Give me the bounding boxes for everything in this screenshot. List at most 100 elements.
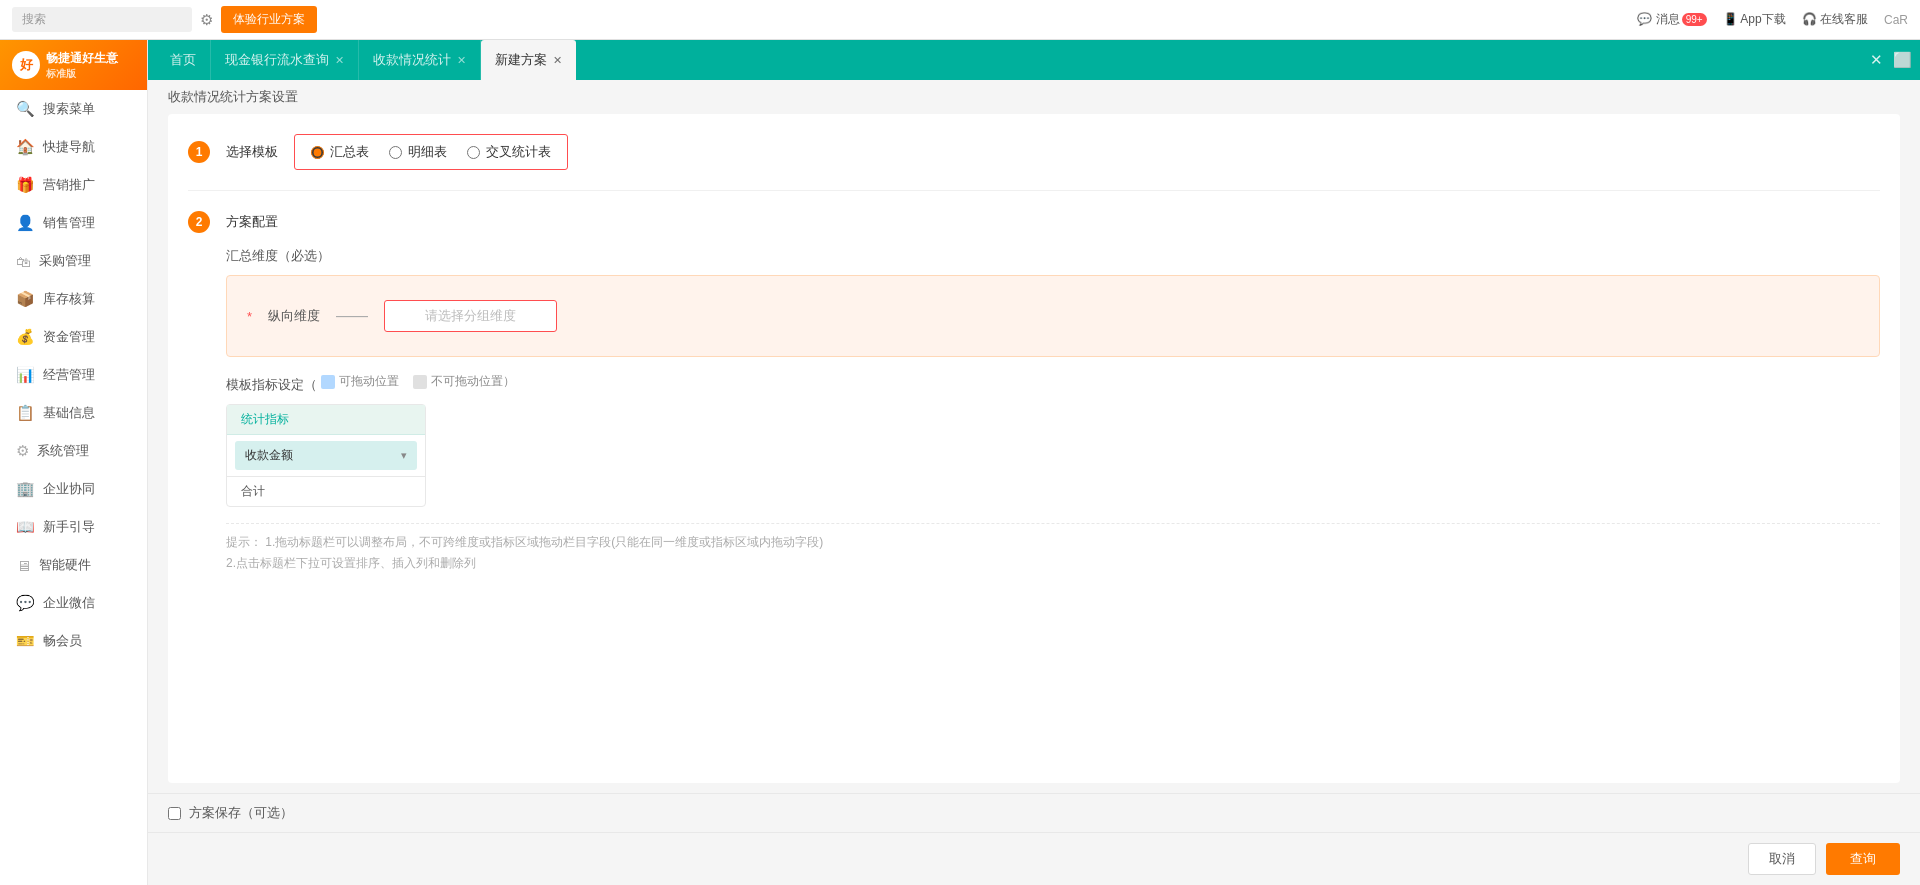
summary-dim-title: 汇总维度（必选）: [226, 247, 1880, 265]
step1-badge: 1: [188, 141, 210, 163]
sidebar-item-operation[interactable]: 📊 经营管理: [0, 356, 147, 394]
logo-text: 畅捷通好生意: [46, 50, 118, 67]
tab-bank-flow[interactable]: 现金银行流水查询 ✕: [211, 40, 359, 80]
sidebar-item-quick-nav[interactable]: 🏠 快捷导航: [0, 128, 147, 166]
save-label: 方案保存（可选）: [189, 804, 293, 822]
sidebar-item-finance[interactable]: 💰 资金管理: [0, 318, 147, 356]
legend-drag: 可拖动位置: [321, 373, 399, 390]
trial-button[interactable]: 体验行业方案: [221, 6, 317, 33]
tab-home[interactable]: 首页: [156, 40, 211, 80]
book-icon: 📖: [16, 518, 35, 536]
tip-line-2: 2.点击标题栏下拉可设置排序、插入列和删除列: [226, 555, 1880, 572]
indicator-row-item[interactable]: 收款金额 ▾: [235, 441, 417, 470]
radio-detail[interactable]: 明细表: [389, 143, 447, 161]
sidebar-item-member[interactable]: 🎫 畅会员: [0, 622, 147, 660]
indicator-settings: 模板指标设定（ 可拖动位置 不可拖动位置）: [226, 373, 1880, 507]
tab-close-collection-stats[interactable]: ✕: [457, 54, 466, 67]
clipboard-icon: 📋: [16, 404, 35, 422]
radio-summary-input[interactable]: [311, 146, 324, 159]
chevron-down-icon[interactable]: ▾: [401, 449, 407, 462]
save-option-bar: 方案保存（可选）: [148, 793, 1920, 832]
section-divider: [188, 190, 1880, 191]
drag-box-icon: [321, 375, 335, 389]
settings-icon[interactable]: ⚙: [200, 11, 213, 29]
radio-summary[interactable]: 汇总表: [311, 143, 369, 161]
radio-cross-input[interactable]: [467, 146, 480, 159]
indicator-title: 模板指标设定（ 可拖动位置 不可拖动位置）: [226, 373, 1880, 394]
box-icon: 📦: [16, 290, 35, 308]
page-body: 收款情况统计方案设置 1 选择模板 汇总表 明细表: [148, 80, 1920, 885]
sidebar-item-guide[interactable]: 📖 新手引导: [0, 508, 147, 546]
step2-label: 方案配置: [226, 213, 278, 231]
tab-close-bank-flow[interactable]: ✕: [335, 54, 344, 67]
summary-dimension-section: 汇总维度（必选） * 纵向维度 —— 请选择分组维度: [226, 247, 1880, 586]
sidebar-item-basic-info[interactable]: 📋 基础信息: [0, 394, 147, 432]
gift-icon: 🎁: [16, 176, 35, 194]
dim-select-box[interactable]: 请选择分组维度: [384, 300, 557, 332]
tab-bar: 首页 现金银行流水查询 ✕ 收款情况统计 ✕ 新建方案 ✕ ✕ ⬜: [148, 40, 1920, 80]
legend-nodrag: 不可拖动位置）: [413, 373, 515, 390]
radio-cross[interactable]: 交叉统计表: [467, 143, 551, 161]
page-footer: 取消 查询: [148, 832, 1920, 885]
chat-icon: 💬: [16, 594, 35, 612]
message-label[interactable]: 💬 消息99+: [1637, 11, 1706, 28]
download-label[interactable]: 📱 App下载: [1723, 11, 1786, 28]
tab-close-new-plan[interactable]: ✕: [553, 54, 562, 67]
sidebar-item-hardware[interactable]: 🖥 智能硬件: [0, 546, 147, 584]
radio-detail-label[interactable]: 明细表: [408, 143, 447, 161]
support-label[interactable]: 🎧 在线客服: [1802, 11, 1868, 28]
search-icon: 🔍: [16, 100, 35, 118]
user-icon: 👤: [16, 214, 35, 232]
step2-header: 2 方案配置: [188, 211, 1880, 233]
step2-section: 2 方案配置 汇总维度（必选） * 纵向维度 —— 请选择分组维度: [188, 211, 1880, 586]
save-checkbox[interactable]: [168, 807, 181, 820]
tab-collection-stats[interactable]: 收款情况统计 ✕: [359, 40, 481, 80]
content-card: 1 选择模板 汇总表 明细表 交叉统计表: [168, 114, 1900, 783]
indicator-total: 合计: [227, 476, 425, 506]
page-title-bar: 收款情况统计方案设置: [148, 80, 1920, 114]
top-bar: 搜索 ⚙ 体验行业方案 💬 消息99+ 📱 App下载 🎧 在线客服 CaR: [0, 0, 1920, 40]
sidebar-item-search-menu[interactable]: 🔍 搜索菜单: [0, 90, 147, 128]
ticket-icon: 🎫: [16, 632, 35, 650]
app-body: 好 畅捷通好生意 标准版 🔍 搜索菜单 🏠 快捷导航 🎁 营销推广 👤 销售管理…: [0, 40, 1920, 885]
tab-expand-icon[interactable]: ⬜: [1893, 51, 1912, 69]
sidebar-item-sales[interactable]: 👤 销售管理: [0, 204, 147, 242]
sidebar: 好 畅捷通好生意 标准版 🔍 搜索菜单 🏠 快捷导航 🎁 营销推广 👤 销售管理…: [0, 40, 148, 885]
tab-close-icon[interactable]: ✕: [1870, 51, 1883, 69]
radio-cross-label[interactable]: 交叉统计表: [486, 143, 551, 161]
search-box[interactable]: 搜索: [12, 7, 192, 32]
tab-bar-actions: ✕ ⬜: [1870, 51, 1912, 69]
logo-tag: 标准版: [46, 67, 118, 81]
logo-icon: 好: [12, 51, 40, 79]
sidebar-item-enterprise[interactable]: 🏢 企业协同: [0, 470, 147, 508]
top-bar-right: 💬 消息99+ 📱 App下载 🎧 在线客服 CaR: [1637, 11, 1908, 28]
sidebar-item-purchase[interactable]: 🛍 采购管理: [0, 242, 147, 280]
tab-new-plan[interactable]: 新建方案 ✕: [481, 40, 576, 80]
step1-label: 选择模板: [226, 143, 278, 161]
radio-detail-input[interactable]: [389, 146, 402, 159]
sidebar-item-wechat[interactable]: 💬 企业微信: [0, 584, 147, 622]
indicator-table: 统计指标 收款金额 ▾ 合计: [226, 404, 426, 507]
vertical-dim-label: 纵向维度: [268, 307, 320, 325]
sidebar-item-inventory[interactable]: 📦 库存核算: [0, 280, 147, 318]
chart-icon: 📊: [16, 366, 35, 384]
dimension-row: * 纵向维度 —— 请选择分组维度: [247, 300, 1859, 332]
nodrag-box-icon: [413, 375, 427, 389]
radio-summary-label[interactable]: 汇总表: [330, 143, 369, 161]
sidebar-item-system[interactable]: ⚙ 系统管理: [0, 432, 147, 470]
template-options: 汇总表 明细表 交叉统计表: [294, 134, 568, 170]
step2-badge: 2: [188, 211, 210, 233]
page-title: 收款情况统计方案设置: [168, 89, 298, 104]
query-button[interactable]: 查询: [1826, 843, 1900, 875]
main-content: 首页 现金银行流水查询 ✕ 收款情况统计 ✕ 新建方案 ✕ ✕ ⬜ 收款情况统计…: [148, 40, 1920, 885]
search-placeholder: 搜索: [22, 12, 46, 26]
cancel-button[interactable]: 取消: [1748, 843, 1816, 875]
sidebar-item-marketing[interactable]: 🎁 营销推广: [0, 166, 147, 204]
monitor-icon: 🖥: [16, 557, 31, 574]
message-badge: 99+: [1682, 13, 1707, 26]
indicator-header: 统计指标: [227, 405, 425, 435]
gear-icon: ⚙: [16, 442, 29, 460]
user-avatar[interactable]: CaR: [1884, 13, 1908, 27]
building-icon: 🏢: [16, 480, 35, 498]
tip-line-1: 提示： 1.拖动标题栏可以调整布局，不可跨维度或指标区域拖动栏目字段(只能在同一…: [226, 534, 1880, 551]
